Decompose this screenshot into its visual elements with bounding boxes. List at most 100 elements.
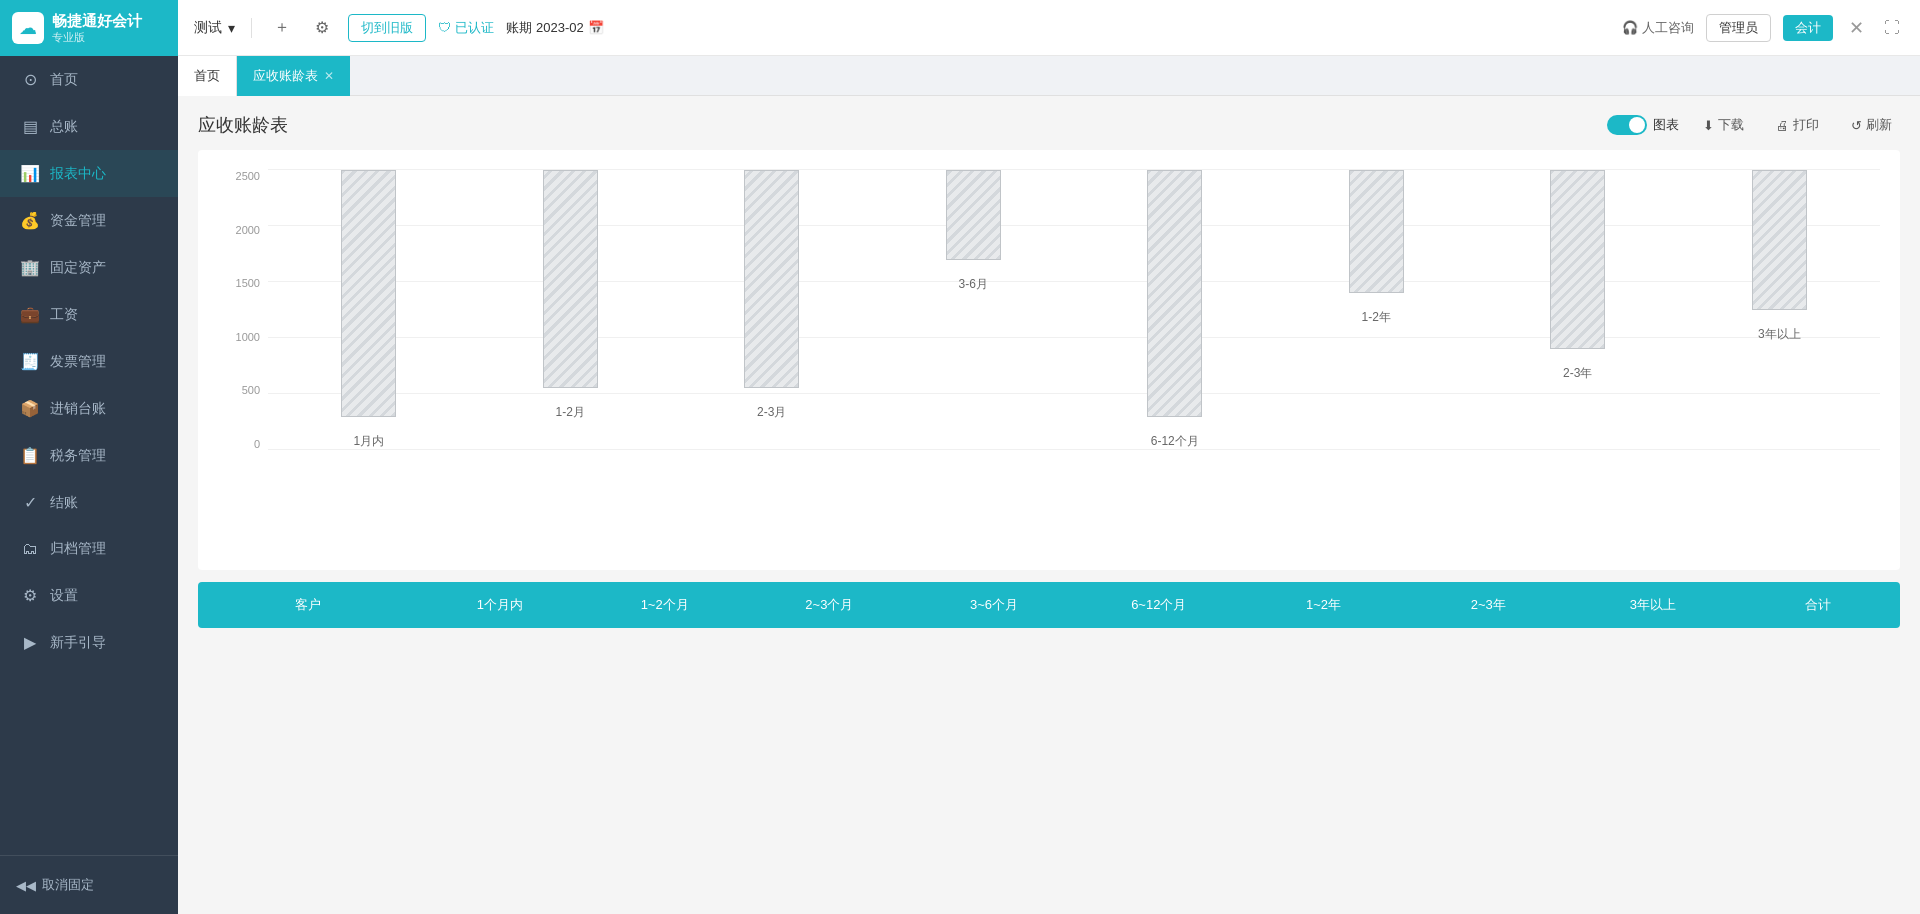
bar-chart: 2500 2000 1500 1000 500 0 [218, 170, 1880, 490]
close-window-button[interactable]: ✕ [1845, 13, 1868, 43]
sidebar-item-archive[interactable]: 🗂 归档管理 [0, 526, 178, 572]
logo-name: 畅捷通好会计 [52, 12, 142, 30]
y-label-2: 1000 [236, 331, 260, 343]
checkout-icon: ✓ [20, 493, 40, 512]
sidebar-item-assets[interactable]: 🏢 固定资产 [0, 244, 178, 291]
settings-icon: ⚙ [20, 586, 40, 605]
sidebar-nav: ⊙ 首页 ▤ 总账 📊 报表中心 💰 资金管理 🏢 固定资产 💼 工资 🧾 发票… [0, 56, 178, 855]
x-label-2-3month: 2-3月 [757, 396, 786, 450]
th-customer: 客户 [198, 582, 418, 628]
tab-close-icon[interactable]: ✕ [324, 69, 334, 83]
bar-1-2month [543, 170, 598, 388]
sidebar-item-home[interactable]: ⊙ 首页 [0, 56, 178, 103]
x-label-1-2year: 1-2年 [1362, 301, 1391, 450]
sidebar-item-capital[interactable]: 💰 资金管理 [0, 197, 178, 244]
bar-2-3month [744, 170, 799, 388]
refresh-button[interactable]: ↺ 刷新 [1843, 112, 1900, 138]
home-icon: ⊙ [20, 70, 40, 89]
tab-aging[interactable]: 应收账龄表 ✕ [237, 56, 350, 96]
assets-icon: 🏢 [20, 258, 40, 277]
salary-icon: 💼 [20, 305, 40, 324]
tab-home[interactable]: 首页 [178, 56, 237, 96]
bar-group-1-2month: 1-2月 [470, 170, 672, 450]
page-title: 应收账龄表 [198, 113, 288, 137]
pin-icon: ◀◀ [16, 878, 36, 893]
sidebar-item-settings[interactable]: ⚙ 设置 [0, 572, 178, 619]
th-1month: 1个月内 [418, 582, 583, 628]
sidebar-item-label: 结账 [50, 494, 78, 512]
add-button[interactable]: ＋ [268, 14, 296, 42]
report-icon: 📊 [20, 164, 40, 183]
bar-1month [341, 170, 396, 417]
sidebar-item-label: 总账 [50, 118, 78, 136]
bar-1-2year [1349, 170, 1404, 293]
th-6-12month: 6~12个月 [1076, 582, 1241, 628]
refresh-icon: ↺ [1851, 118, 1862, 133]
company-selector[interactable]: 测试 ▾ [194, 19, 235, 37]
sidebar-item-report[interactable]: 📊 报表中心 [0, 150, 178, 197]
bars-wrapper: 1月内 1-2月 2-3月 [268, 170, 1880, 450]
role-button[interactable]: 会计 [1783, 15, 1833, 41]
th-1-2year: 1~2年 [1241, 582, 1406, 628]
th-3-6month: 3~6个月 [912, 582, 1077, 628]
y-label-1: 500 [242, 384, 260, 396]
download-button[interactable]: ⬇ 下载 [1695, 112, 1752, 138]
x-label-1month: 1月内 [353, 425, 384, 450]
bar-3-6month [946, 170, 1001, 260]
header-divider-1 [251, 18, 252, 38]
settings-gear-icon[interactable]: ⚙ [308, 14, 336, 42]
th-total: 合计 [1735, 582, 1900, 628]
bar-6-12month [1147, 170, 1202, 417]
logo-icon: ☁ [12, 12, 44, 44]
x-label-2-3year: 2-3年 [1563, 357, 1592, 450]
sidebar-item-guide[interactable]: ▶ 新手引导 [0, 619, 178, 666]
sidebar-item-label: 首页 [50, 71, 78, 89]
sidebar-item-label: 归档管理 [50, 540, 106, 558]
th-2-3month: 2~3个月 [747, 582, 912, 628]
print-button[interactable]: 🖨 打印 [1768, 112, 1827, 138]
guide-icon: ▶ [20, 633, 40, 652]
th-3plus-year: 3年以上 [1571, 582, 1736, 628]
logo-sub: 专业版 [52, 30, 142, 45]
bar-group-1-2year: 1-2年 [1276, 170, 1478, 450]
th-1-2month: 1~2个月 [582, 582, 747, 628]
sidebar-item-ledger[interactable]: ▤ 总账 [0, 103, 178, 150]
calendar-icon[interactable]: 📅 [588, 20, 604, 35]
sidebar-item-tax[interactable]: 📋 税务管理 [0, 432, 178, 479]
bar-group-2-3month: 2-3月 [671, 170, 873, 450]
chart-toggle: 图表 [1607, 115, 1679, 135]
x-label-1-2month: 1-2月 [556, 396, 585, 450]
tabs-bar: 首页 应收账龄表 ✕ [178, 56, 1920, 96]
sidebar-item-checkout[interactable]: ✓ 结账 [0, 479, 178, 526]
switch-version-button[interactable]: 切到旧版 [348, 14, 426, 42]
print-icon: 🖨 [1776, 118, 1789, 133]
header-right: 🎧 人工咨询 管理员 会计 [1622, 14, 1833, 42]
table-container: 客户 1个月内 1~2个月 2~3个月 3~6个月 6~12个月 1~2年 2~… [198, 582, 1900, 628]
ledger-icon: ▤ [20, 117, 40, 136]
th-2-3year: 2~3年 [1406, 582, 1571, 628]
y-label-0: 0 [254, 438, 260, 450]
expand-button[interactable]: ⛶ [1880, 15, 1904, 41]
bar-3plus-year [1752, 170, 1807, 310]
x-label-6-12month: 6-12个月 [1151, 425, 1199, 450]
archive-icon: 🗂 [20, 540, 40, 558]
y-axis: 2500 2000 1500 1000 500 0 [218, 170, 268, 450]
consult-button[interactable]: 🎧 人工咨询 [1622, 19, 1694, 37]
shield-icon: 🛡 [438, 20, 451, 35]
tab-home-label: 首页 [194, 67, 220, 85]
bar-2-3year [1550, 170, 1605, 349]
page-actions: 图表 ⬇ 下载 🖨 打印 ↺ 刷新 [1607, 112, 1900, 138]
header: 测试 ▾ ＋ ⚙ 切到旧版 🛡 已认证 账期 2023-02 📅 🎧 人工咨询 … [178, 0, 1920, 56]
chart-toggle-switch[interactable] [1607, 115, 1647, 135]
sidebar-item-trade[interactable]: 📦 进销台账 [0, 385, 178, 432]
sidebar-item-invoice[interactable]: 🧾 发票管理 [0, 338, 178, 385]
page-header: 应收账龄表 图表 ⬇ 下载 🖨 打印 ↺ 刷新 [198, 112, 1900, 138]
page-content: 应收账龄表 图表 ⬇ 下载 🖨 打印 ↺ 刷新 [178, 96, 1920, 914]
x-label-3-6month: 3-6月 [959, 268, 988, 450]
invoice-icon: 🧾 [20, 352, 40, 371]
certified-badge: 🛡 已认证 [438, 19, 494, 37]
sidebar-item-salary[interactable]: 💼 工资 [0, 291, 178, 338]
tab-aging-label: 应收账龄表 [253, 67, 318, 85]
cancel-fixed-button[interactable]: ◀◀ 取消固定 [0, 866, 178, 904]
user-button[interactable]: 管理员 [1706, 14, 1771, 42]
